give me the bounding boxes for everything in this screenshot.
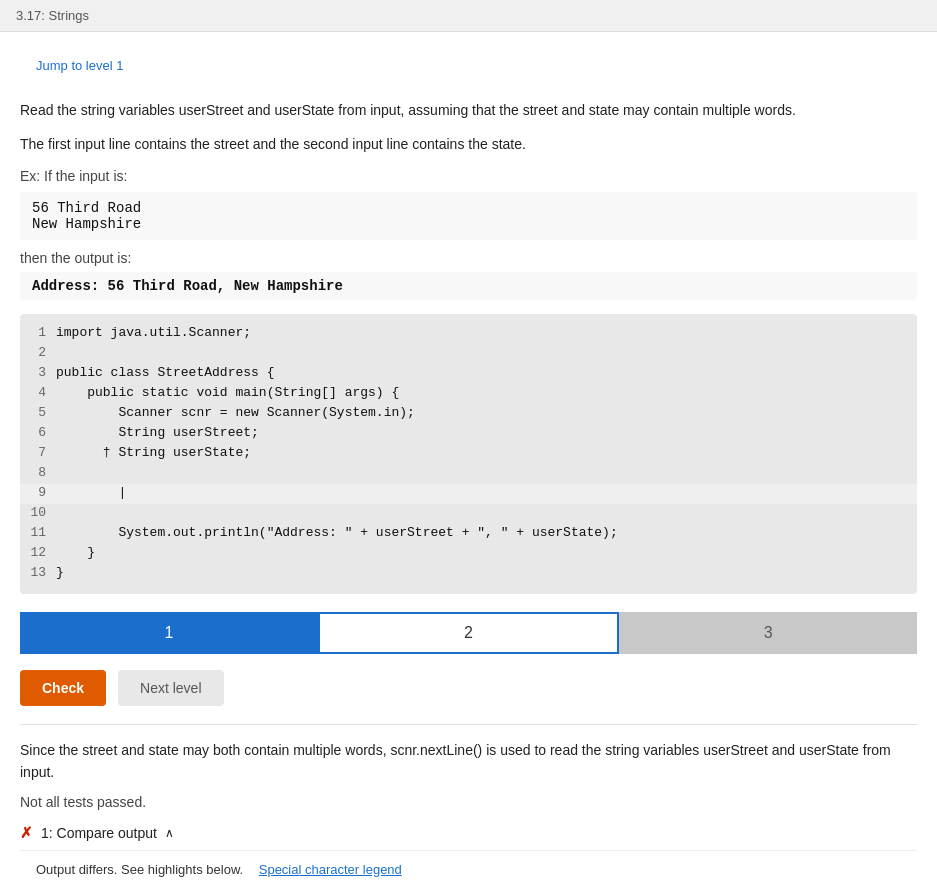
- code-line-3: 3 public class StreetAddress {: [20, 364, 917, 384]
- line-code: }: [56, 565, 917, 580]
- code-line-13: 13 }: [20, 564, 917, 584]
- line-number: 3: [20, 365, 56, 380]
- test-result-row[interactable]: ✗ 1: Compare output ∧: [20, 824, 917, 842]
- main-content: Read the string variables userStreet and…: [0, 83, 937, 889]
- output-example: Address: 56 Third Road, New Hampshire: [20, 272, 917, 300]
- description-line2: The first input line contains the street…: [20, 133, 917, 155]
- code-line-2: 2: [20, 344, 917, 364]
- line-number: 12: [20, 545, 56, 560]
- level-tab-1[interactable]: 1: [20, 612, 318, 654]
- level-tab-2[interactable]: 2: [318, 612, 620, 654]
- level-tab-3-label: 3: [764, 624, 773, 642]
- check-button[interactable]: Check: [20, 670, 106, 706]
- line-code: [56, 465, 917, 480]
- code-line-10: 10: [20, 504, 917, 524]
- breadcrumb-bar: 3.17: Strings: [0, 0, 937, 32]
- code-line-12: 12 }: [20, 544, 917, 564]
- line-code: }: [56, 545, 917, 560]
- output-diff-section: Output differs. See highlights below. Sp…: [20, 850, 917, 887]
- line-number: 10: [20, 505, 56, 520]
- line-code: System.out.println("Address: " + userStr…: [56, 525, 917, 540]
- description-line1: Read the string variables userStreet and…: [20, 99, 917, 121]
- level-tabs: 1 2 3: [20, 612, 917, 654]
- line-number: 1: [20, 325, 56, 340]
- code-line-5: 5 Scanner scnr = new Scanner(System.in);: [20, 404, 917, 424]
- code-editor[interactable]: 1 import java.util.Scanner; 2 3 public c…: [20, 314, 917, 594]
- feedback-section: Since the street and state may both cont…: [20, 724, 917, 889]
- buttons-row: Check Next level: [20, 670, 917, 706]
- special-char-legend-link[interactable]: Special character legend: [259, 862, 402, 877]
- line-number: 9: [20, 485, 56, 500]
- code-line-8: 8: [20, 464, 917, 484]
- code-line-7: 7 † String userState;: [20, 444, 917, 464]
- output-label: then the output is:: [20, 250, 917, 266]
- line-number: 13: [20, 565, 56, 580]
- breadcrumb-text: 3.17: Strings: [16, 8, 89, 23]
- code-line-6: 6 String userStreet;: [20, 424, 917, 444]
- chevron-up-icon: ∧: [165, 826, 174, 840]
- line-code: † String userState;: [56, 445, 917, 460]
- line-number: 2: [20, 345, 56, 360]
- line-code: |: [56, 485, 917, 500]
- line-code: Scanner scnr = new Scanner(System.in);: [56, 405, 917, 420]
- code-line-9: 9 |: [20, 484, 917, 504]
- code-line-4: 4 public static void main(String[] args)…: [20, 384, 917, 404]
- not-passed-text: Not all tests passed.: [20, 794, 917, 810]
- next-level-button[interactable]: Next level: [118, 670, 223, 706]
- level-tab-1-label: 1: [164, 624, 173, 642]
- level-tab-2-label: 2: [464, 624, 473, 642]
- line-code: import java.util.Scanner;: [56, 325, 917, 340]
- level-tab-3[interactable]: 3: [619, 612, 917, 654]
- line-number: 8: [20, 465, 56, 480]
- test-result-label: 1: Compare output: [41, 825, 157, 841]
- page-wrapper: 3.17: Strings Jump to level 1 Read the s…: [0, 0, 937, 889]
- output-diff-text: Output differs. See highlights below.: [36, 862, 243, 877]
- line-code: [56, 345, 917, 360]
- code-line-11: 11 System.out.println("Address: " + user…: [20, 524, 917, 544]
- line-code: [56, 505, 917, 520]
- jump-to-level-link[interactable]: Jump to level 1: [20, 48, 917, 83]
- line-code: public static void main(String[] args) {: [56, 385, 917, 400]
- line-number: 6: [20, 425, 56, 440]
- feedback-explanation: Since the street and state may both cont…: [20, 739, 917, 784]
- line-number: 5: [20, 405, 56, 420]
- input-example: 56 Third RoadNew Hampshire: [20, 192, 917, 240]
- example-label: Ex: If the input is:: [20, 168, 917, 184]
- line-code: String userStreet;: [56, 425, 917, 440]
- line-number: 7: [20, 445, 56, 460]
- line-code: public class StreetAddress {: [56, 365, 917, 380]
- line-number: 4: [20, 385, 56, 400]
- code-line-1: 1 import java.util.Scanner;: [20, 324, 917, 344]
- line-number: 11: [20, 525, 56, 540]
- fail-icon: ✗: [20, 824, 33, 842]
